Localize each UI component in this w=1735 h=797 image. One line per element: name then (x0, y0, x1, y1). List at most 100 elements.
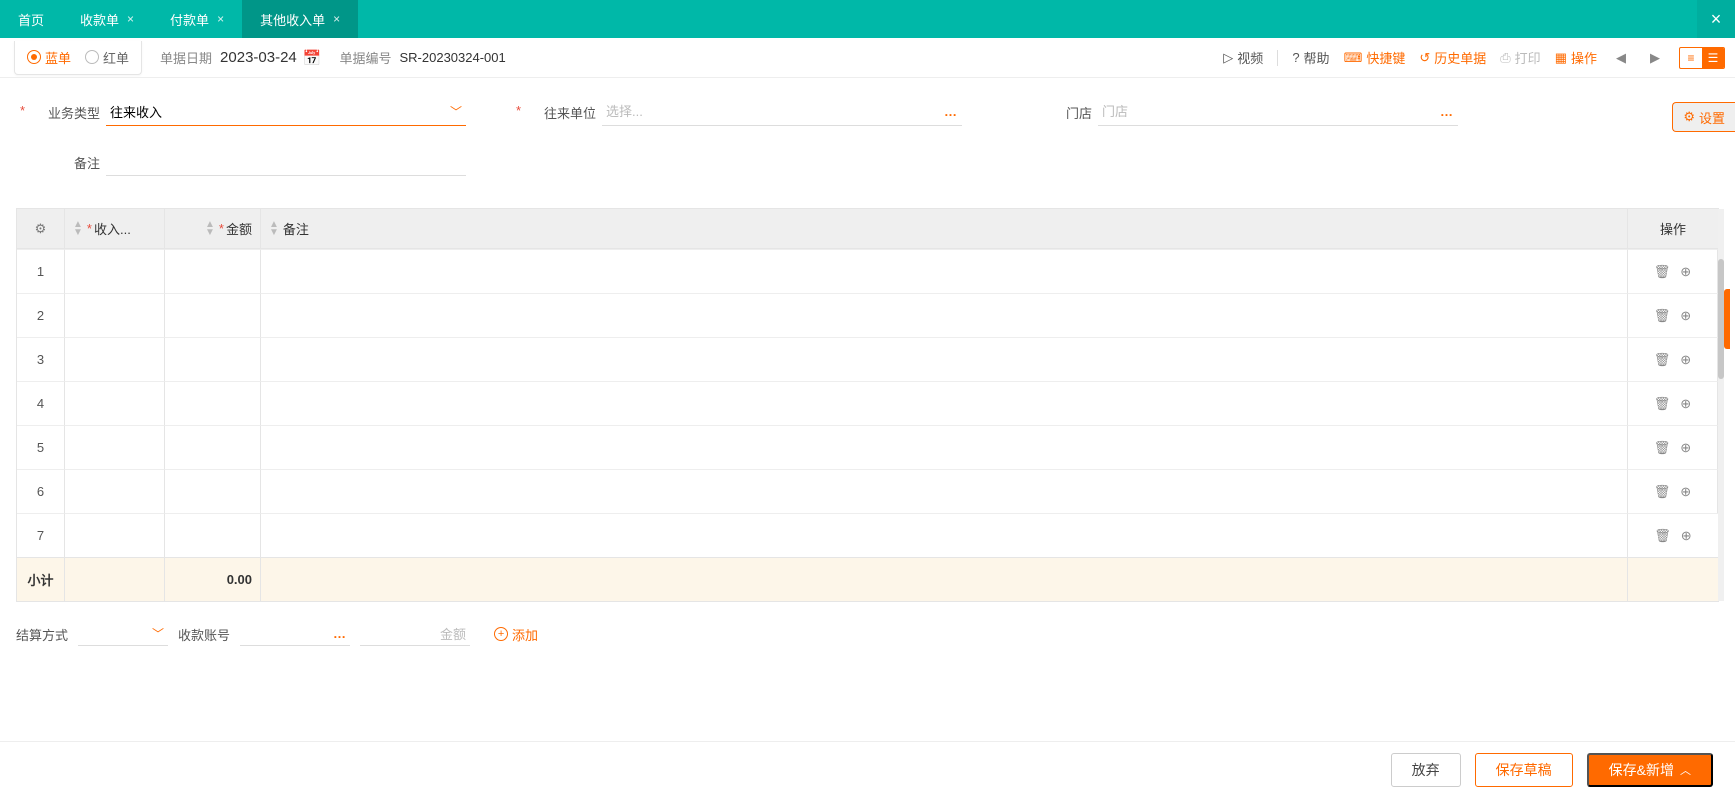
view-detailed-icon[interactable]: ☰ (1702, 48, 1724, 68)
delete-icon[interactable]: 🗑 (1654, 352, 1671, 368)
party-select[interactable]: … (602, 98, 962, 126)
cell-remark[interactable] (261, 469, 1628, 513)
close-all-icon[interactable]: × (1697, 0, 1735, 38)
header-amount[interactable]: ▲▼*金额 (165, 209, 261, 248)
subtotal-blank (261, 557, 1628, 601)
cell-income[interactable] (65, 513, 165, 557)
header-income[interactable]: ▲▼*收入... (65, 209, 165, 248)
chevron-down-icon[interactable]: ﹀ (152, 625, 164, 642)
delete-icon[interactable]: 🗑 (1654, 528, 1671, 544)
video-link[interactable]: ▷视频 (1223, 48, 1263, 67)
chevron-down-icon[interactable]: ﹀ (450, 103, 462, 120)
add-row-icon[interactable]: ⊕ (1680, 484, 1691, 500)
cell-income[interactable] (65, 293, 165, 337)
radio-red[interactable]: 红单 (85, 48, 129, 67)
chevron-up-icon: ︿ (1680, 762, 1691, 778)
settle-method-select[interactable]: ﹀ (78, 622, 168, 646)
link-label: 添加 (512, 625, 538, 644)
prev-icon[interactable]: ◀ (1611, 48, 1631, 68)
tab-label: 收款单 (80, 10, 119, 29)
field-remark: 备注 (30, 148, 466, 176)
delete-icon[interactable]: 🗑 (1654, 484, 1671, 500)
cell-amount[interactable] (165, 425, 261, 469)
biz-type-select[interactable]: ﹀ (106, 98, 466, 126)
calendar-icon[interactable]: 📅 (303, 49, 322, 67)
history-link[interactable]: ↺历史单据 (1419, 48, 1486, 67)
help-link[interactable]: ?帮助 (1292, 48, 1329, 67)
cell-income[interactable] (65, 381, 165, 425)
more-icon[interactable]: … (333, 626, 346, 641)
cell-income[interactable] (65, 425, 165, 469)
tab-home[interactable]: 首页 (0, 0, 62, 38)
biz-type-input[interactable] (110, 104, 450, 119)
settings-button[interactable]: ⚙设置 (1672, 102, 1735, 132)
party-input[interactable] (606, 104, 944, 119)
button-label: 设置 (1699, 108, 1725, 127)
next-icon[interactable]: ▶ (1645, 48, 1665, 68)
header-label: 收入... (94, 219, 131, 238)
date-value[interactable]: 2023-03-24 (220, 49, 297, 66)
discard-button[interactable]: 放弃 (1391, 753, 1461, 787)
cell-income[interactable] (65, 469, 165, 513)
cell-income[interactable] (65, 337, 165, 381)
line-table: ⚙ ▲▼*收入... ▲▼*金额 ▲▼备注 操作 1🗑⊕2🗑⊕3🗑⊕4🗑⊕5🗑⊕… (16, 208, 1719, 602)
ops-link[interactable]: ▦操作 (1555, 48, 1597, 67)
header-remark[interactable]: ▲▼备注 (261, 209, 1628, 248)
cell-amount[interactable] (165, 293, 261, 337)
tab-receipt[interactable]: 收款单 × (62, 0, 152, 38)
add-row-icon[interactable]: ⊕ (1680, 396, 1691, 412)
cell-remark[interactable] (261, 337, 1628, 381)
form-area: ⚙设置 业务类型 ﹀ 往来单位 … 门店 … 备注 (0, 78, 1735, 208)
add-row-icon[interactable]: ⊕ (1680, 440, 1691, 456)
amount-hint: 金额 (440, 624, 466, 643)
add-settlement-button[interactable]: +添加 (494, 625, 538, 644)
cell-remark[interactable] (261, 293, 1628, 337)
close-icon[interactable]: × (127, 12, 134, 26)
cell-amount[interactable] (165, 513, 261, 557)
cell-remark[interactable] (261, 425, 1628, 469)
store-select[interactable]: … (1098, 98, 1458, 126)
settle-amount-input[interactable]: 金额 (360, 622, 470, 646)
more-icon[interactable]: … (944, 104, 958, 119)
close-icon[interactable]: × (333, 12, 340, 26)
row-index: 3 (17, 337, 65, 381)
more-icon[interactable]: … (1440, 104, 1454, 119)
remark-input[interactable] (110, 154, 462, 169)
add-row-icon[interactable]: ⊕ (1681, 528, 1692, 544)
cell-ops: 🗑⊕ (1628, 469, 1718, 513)
view-compact-icon[interactable]: ≡ (1680, 48, 1702, 68)
grid-icon: ▦ (1555, 50, 1567, 66)
cell-income[interactable] (65, 249, 165, 293)
cell-amount[interactable] (165, 381, 261, 425)
cell-remark[interactable] (261, 513, 1628, 557)
delete-icon[interactable]: 🗑 (1654, 440, 1671, 456)
tab-other-income[interactable]: 其他收入单× (242, 0, 358, 38)
save-draft-button[interactable]: 保存草稿 (1475, 753, 1573, 787)
add-row-icon[interactable]: ⊕ (1680, 308, 1691, 324)
delete-icon[interactable]: 🗑 (1654, 308, 1671, 324)
shortcut-link[interactable]: ⌨快捷键 (1344, 48, 1406, 67)
cell-remark[interactable] (261, 249, 1628, 293)
side-handle[interactable] (1724, 289, 1730, 349)
save-new-button[interactable]: 保存&新增︿ (1587, 753, 1713, 787)
cell-remark[interactable] (261, 381, 1628, 425)
cell-amount[interactable] (165, 469, 261, 513)
radio-blue[interactable]: 蓝单 (27, 48, 71, 67)
settle-account-select[interactable]: … (240, 622, 350, 646)
button-label: 保存草稿 (1496, 760, 1552, 780)
header-gear[interactable]: ⚙ (17, 209, 65, 248)
close-icon[interactable]: × (217, 12, 224, 26)
remark-input-wrap[interactable] (106, 148, 466, 176)
add-row-icon[interactable]: ⊕ (1680, 352, 1691, 368)
delete-icon[interactable]: 🗑 (1654, 396, 1671, 412)
header-ops: 操作 (1628, 209, 1718, 248)
cell-amount[interactable] (165, 337, 261, 381)
store-input[interactable] (1102, 104, 1440, 119)
scrollbar[interactable] (1718, 209, 1724, 601)
tab-payment[interactable]: 付款单× (152, 0, 242, 38)
print-link[interactable]: ⎙打印 (1500, 48, 1540, 67)
gear-icon: ⚙ (35, 221, 47, 237)
cell-amount[interactable] (165, 249, 261, 293)
add-row-icon[interactable]: ⊕ (1680, 264, 1691, 280)
delete-icon[interactable]: 🗑 (1654, 264, 1671, 280)
